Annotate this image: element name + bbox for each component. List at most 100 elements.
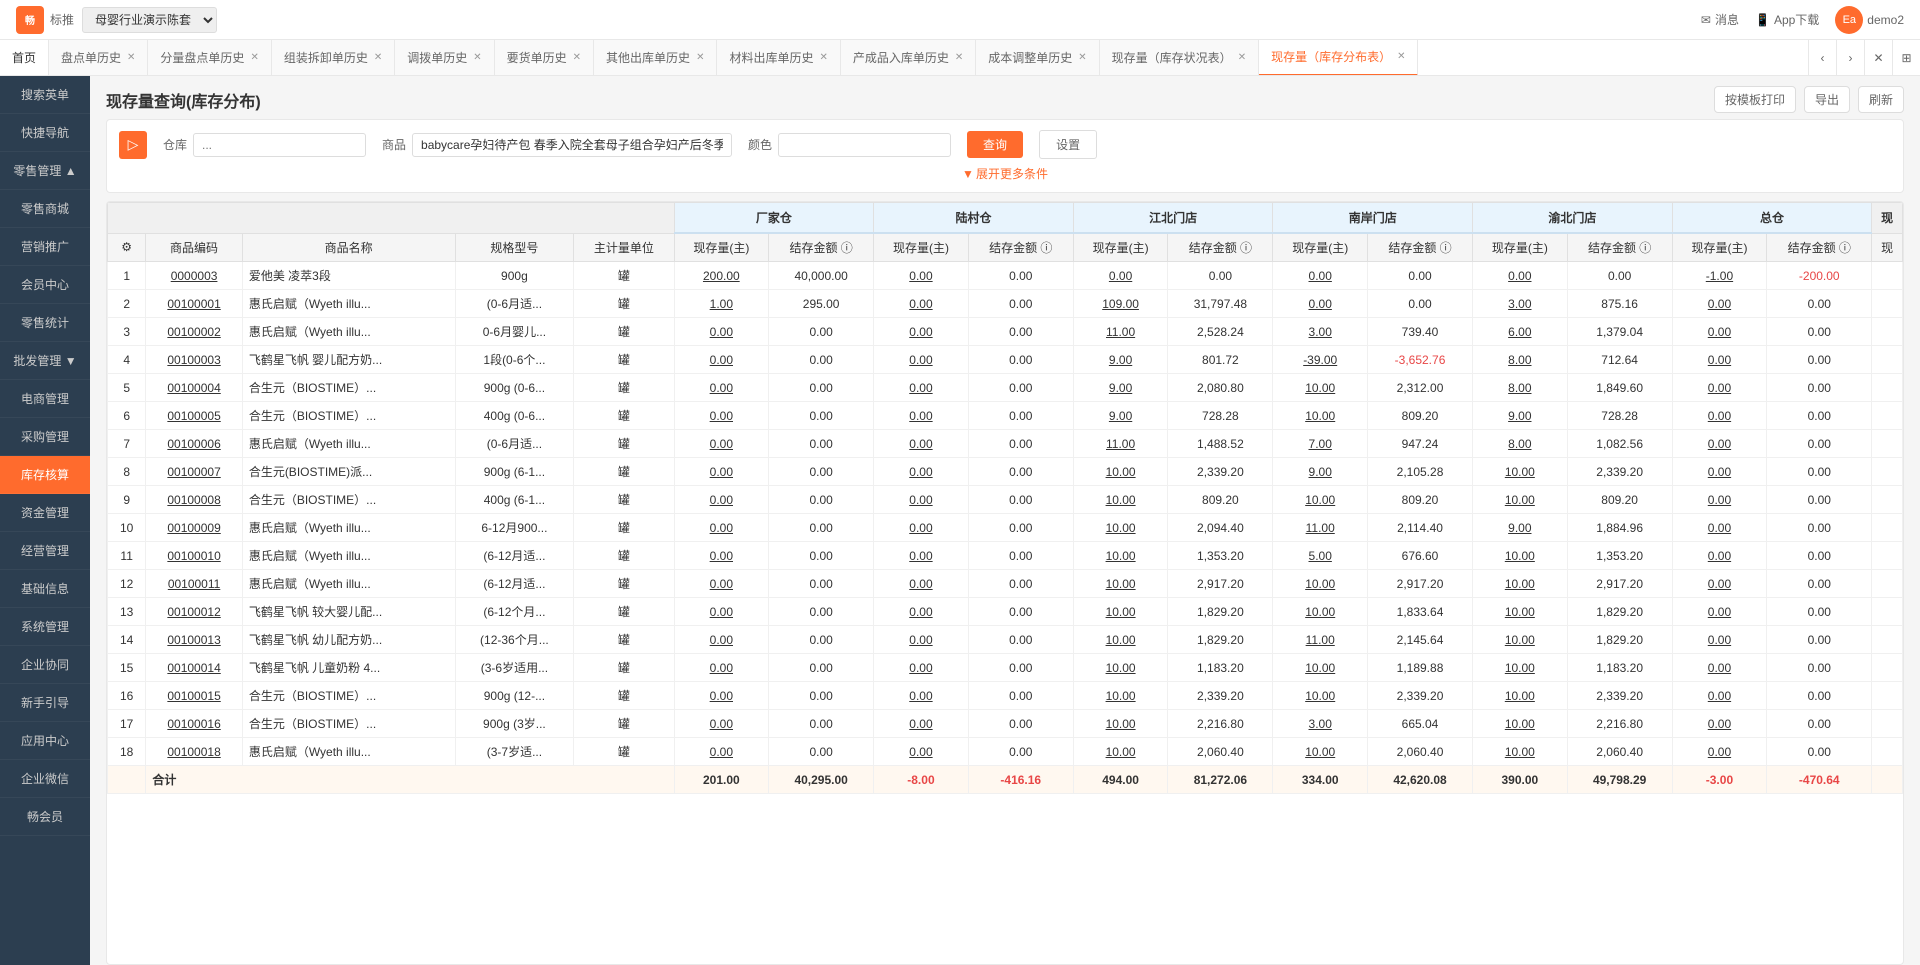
- table-cell[interactable]: 0.00: [1672, 654, 1766, 682]
- table-cell[interactable]: 10.00: [1073, 514, 1167, 542]
- table-cell[interactable]: 11.00: [1273, 626, 1367, 654]
- table-cell[interactable]: 10.00: [1273, 598, 1367, 626]
- table-cell[interactable]: 10.00: [1473, 542, 1567, 570]
- table-cell[interactable]: 00100015: [146, 682, 243, 710]
- sidebar-item-nav[interactable]: 快捷导航: [0, 114, 90, 152]
- tab-close-split_stocktaking[interactable]: ✕: [250, 52, 258, 63]
- expand-conditions-btn[interactable]: ▼ 展开更多条件: [962, 165, 1048, 182]
- table-cell[interactable]: 0.00: [874, 514, 968, 542]
- table-cell[interactable]: 0.00: [1273, 290, 1367, 318]
- sidebar-item-retail_stats[interactable]: 零售统计: [0, 304, 90, 342]
- table-cell[interactable]: 0.00: [1273, 262, 1367, 290]
- table-cell[interactable]: 1.00: [674, 290, 768, 318]
- sidebar-item-search[interactable]: 搜索英单: [0, 76, 90, 114]
- sidebar-item-retail_shop[interactable]: 零售商城: [0, 190, 90, 228]
- table-cell[interactable]: 0.00: [1672, 738, 1766, 766]
- tab-close-stocktaking[interactable]: ✕: [127, 52, 135, 63]
- table-cell[interactable]: 00100010: [146, 542, 243, 570]
- table-cell[interactable]: 0.00: [674, 598, 768, 626]
- tab-product_in[interactable]: 产成品入库单历史✕: [841, 40, 976, 76]
- table-cell[interactable]: 0.00: [1672, 458, 1766, 486]
- tab-nav-prev[interactable]: ‹: [1808, 40, 1836, 76]
- table-cell[interactable]: 0.00: [674, 318, 768, 346]
- table-cell[interactable]: 0.00: [874, 290, 968, 318]
- color-input[interactable]: [778, 133, 951, 157]
- table-cell[interactable]: 0.00: [1672, 514, 1766, 542]
- table-cell[interactable]: 3.00: [1473, 290, 1567, 318]
- sidebar-item-enterprise[interactable]: 企业协同: [0, 646, 90, 684]
- table-cell[interactable]: 10.00: [1073, 458, 1167, 486]
- table-cell[interactable]: 0.00: [874, 682, 968, 710]
- table-cell[interactable]: 0.00: [874, 374, 968, 402]
- table-cell[interactable]: 11.00: [1273, 514, 1367, 542]
- table-cell[interactable]: 10.00: [1473, 598, 1567, 626]
- tab-close-cost_adj[interactable]: ✕: [1078, 52, 1086, 63]
- tab-close-requisition[interactable]: ✕: [573, 52, 581, 63]
- table-cell[interactable]: 10.00: [1473, 486, 1567, 514]
- table-cell[interactable]: 0.00: [874, 626, 968, 654]
- table-cell[interactable]: 10.00: [1273, 738, 1367, 766]
- table-cell[interactable]: -1.00: [1672, 262, 1766, 290]
- tab-split_stocktaking[interactable]: 分量盘点单历史✕: [148, 40, 271, 76]
- tab-close-product_in[interactable]: ✕: [955, 52, 963, 63]
- table-cell[interactable]: 0.00: [1672, 402, 1766, 430]
- tab-close-all[interactable]: ✕: [1864, 40, 1892, 76]
- table-cell[interactable]: -39.00: [1273, 346, 1367, 374]
- sidebar-item-wholesale[interactable]: 批发管理 ▼: [0, 342, 90, 380]
- table-cell[interactable]: 8.00: [1473, 374, 1567, 402]
- refresh-btn[interactable]: 刷新: [1858, 86, 1904, 113]
- table-cell[interactable]: 0.00: [1672, 374, 1766, 402]
- table-cell[interactable]: 10.00: [1473, 682, 1567, 710]
- sidebar-item-guide[interactable]: 新手引导: [0, 684, 90, 722]
- table-cell[interactable]: 00100007: [146, 458, 243, 486]
- table-cell[interactable]: 0.00: [874, 486, 968, 514]
- tab-nav-next[interactable]: ›: [1836, 40, 1864, 76]
- table-cell[interactable]: 10.00: [1073, 542, 1167, 570]
- table-cell[interactable]: 00100011: [146, 570, 243, 598]
- sidebar-item-member[interactable]: 会员中心: [0, 266, 90, 304]
- table-cell[interactable]: 0.00: [1672, 430, 1766, 458]
- table-cell[interactable]: 0.00: [1672, 626, 1766, 654]
- table-cell[interactable]: 9.00: [1473, 402, 1567, 430]
- table-cell[interactable]: 0.00: [874, 402, 968, 430]
- table-cell[interactable]: 5.00: [1273, 542, 1367, 570]
- table-cell[interactable]: 11.00: [1073, 318, 1167, 346]
- table-cell[interactable]: 00100008: [146, 486, 243, 514]
- sidebar-item-ops[interactable]: 经营管理: [0, 532, 90, 570]
- table-cell[interactable]: 00100009: [146, 514, 243, 542]
- table-cell[interactable]: 10.00: [1073, 570, 1167, 598]
- table-cell[interactable]: 0.00: [674, 346, 768, 374]
- table-cell[interactable]: 0.00: [874, 458, 968, 486]
- tab-other_out[interactable]: 其他出库单历史✕: [594, 40, 717, 76]
- sidebar-item-base[interactable]: 基础信息: [0, 570, 90, 608]
- tab-stock_status[interactable]: 现存量（库存状况表）✕: [1100, 40, 1259, 76]
- table-cell[interactable]: 0.00: [1672, 346, 1766, 374]
- table-cell[interactable]: 9.00: [1073, 402, 1167, 430]
- table-cell[interactable]: 10.00: [1073, 738, 1167, 766]
- table-cell[interactable]: 0.00: [874, 654, 968, 682]
- app-download-btn[interactable]: 📱 App下载: [1755, 11, 1819, 28]
- sidebar-item-inventory[interactable]: 库存核算: [0, 456, 90, 494]
- table-cell[interactable]: 0.00: [674, 682, 768, 710]
- table-cell[interactable]: 3.00: [1273, 318, 1367, 346]
- table-cell[interactable]: 10.00: [1073, 654, 1167, 682]
- tab-close-assemble[interactable]: ✕: [374, 52, 382, 63]
- table-cell[interactable]: 0.00: [674, 486, 768, 514]
- table-cell[interactable]: 0.00: [1073, 262, 1167, 290]
- table-cell[interactable]: 10.00: [1273, 682, 1367, 710]
- table-cell[interactable]: 00100018: [146, 738, 243, 766]
- table-cell[interactable]: 9.00: [1473, 514, 1567, 542]
- table-cell[interactable]: 0.00: [874, 738, 968, 766]
- tab-home[interactable]: 首页: [0, 40, 49, 76]
- table-cell[interactable]: 00100016: [146, 710, 243, 738]
- table-cell[interactable]: 0.00: [674, 738, 768, 766]
- table-cell[interactable]: 11.00: [1073, 430, 1167, 458]
- table-cell[interactable]: 0.00: [1672, 290, 1766, 318]
- table-cell[interactable]: 0.00: [674, 402, 768, 430]
- table-cell[interactable]: 0.00: [874, 570, 968, 598]
- table-cell[interactable]: 00100002: [146, 318, 243, 346]
- table-cell[interactable]: 0.00: [874, 542, 968, 570]
- table-cell[interactable]: 10.00: [1473, 458, 1567, 486]
- table-cell[interactable]: 9.00: [1073, 346, 1167, 374]
- table-cell[interactable]: 10.00: [1473, 738, 1567, 766]
